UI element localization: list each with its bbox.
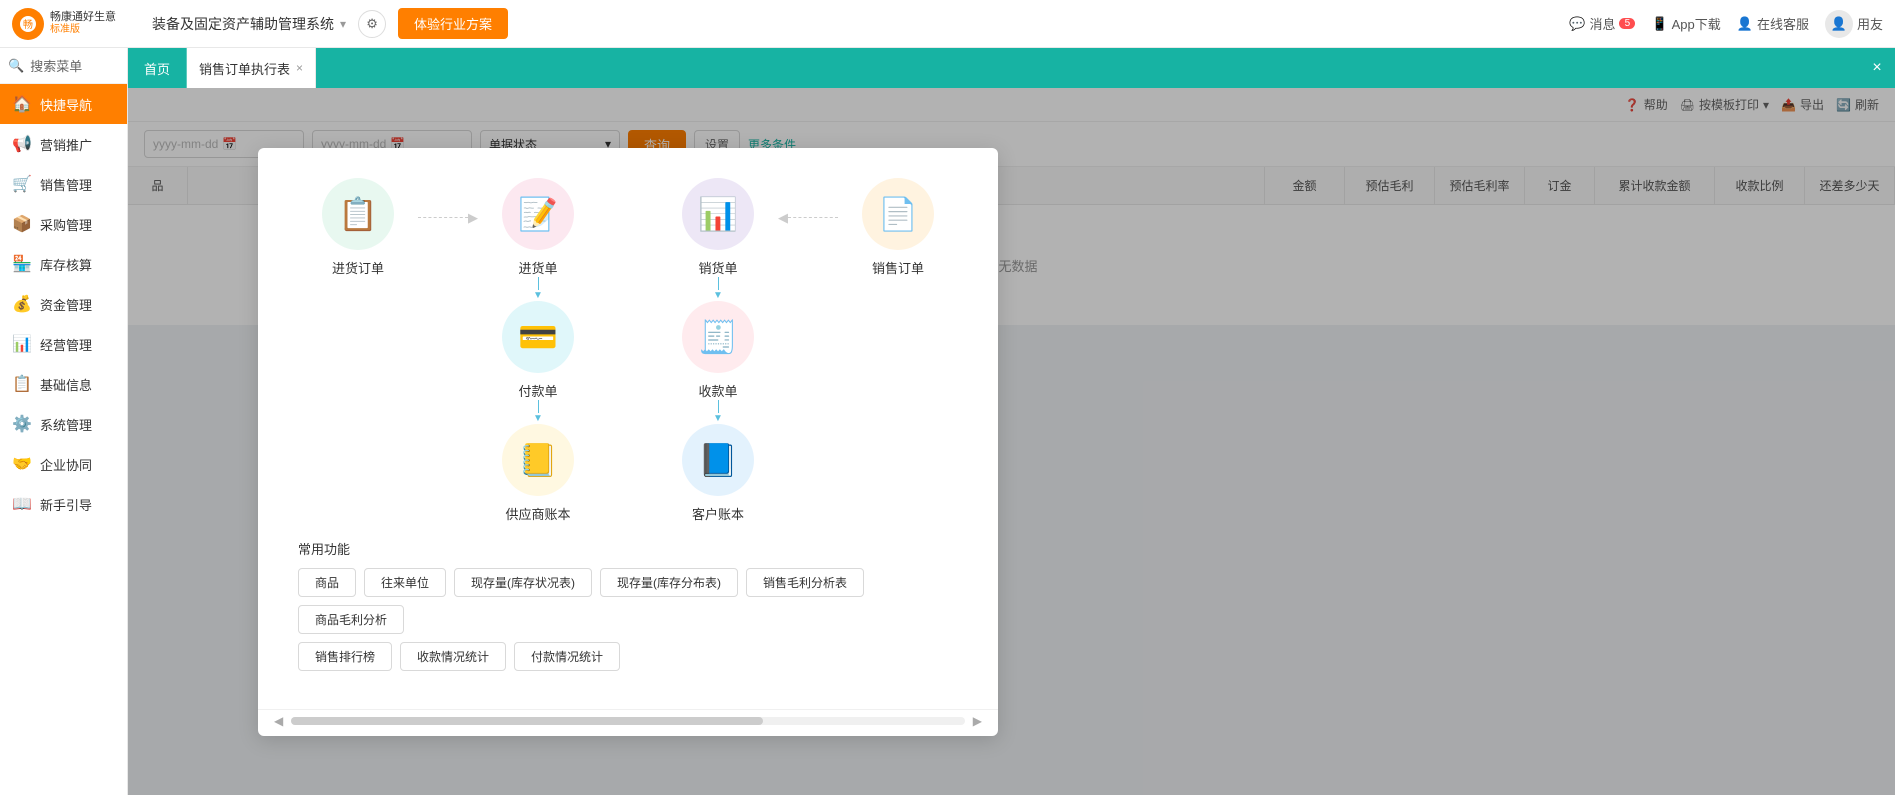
func-btn-sales-rank[interactable]: 销售排行榜 [298, 642, 392, 671]
sidebar-item-newbie[interactable]: 📖 新手引导 [0, 484, 127, 524]
purchase-bill-label: 进货单 [518, 258, 557, 277]
logo-area: 畅 畅康通好生意 标准版 [12, 8, 140, 40]
dropdown-arrow-icon[interactable]: ▾ [340, 17, 346, 31]
customer-ledger-icon: 📘 [682, 424, 754, 496]
wf-node-sales-order[interactable]: 📄 销售订单 [838, 178, 958, 277]
svg-text:畅: 畅 [23, 18, 33, 31]
scroll-thumb [291, 717, 762, 725]
settings-button[interactable]: ⚙ [358, 10, 386, 38]
purchase-icon: 📦 [12, 214, 32, 234]
sidebar-item-sales[interactable]: 🛒 销售管理 [0, 164, 127, 204]
func-btn-sales-gross[interactable]: 销售毛利分析表 [746, 568, 864, 597]
sidebar-item-marketing[interactable]: 📢 营销推广 [0, 124, 127, 164]
wf-node-payment[interactable]: 💳 付款单 [478, 301, 598, 400]
sidebar-item-system[interactable]: ⚙️ 系统管理 [0, 404, 127, 444]
inventory-icon: 🏪 [12, 254, 32, 274]
payment-icon: 💳 [502, 301, 574, 373]
func-btn-receipt-stat[interactable]: 收款情况统计 [400, 642, 506, 671]
common-funcs-title: 常用功能 [298, 539, 958, 558]
logo-icon: 畅 [12, 8, 44, 40]
newbie-icon: 📖 [12, 494, 32, 514]
message-icon: 💬 [1569, 16, 1585, 32]
receipt-icon: 🧾 [682, 301, 754, 373]
wf-node-supplier-ledger[interactable]: 📒 供应商账本 [478, 424, 598, 523]
search-icon: 🔍 [8, 58, 24, 74]
wf-node-sales-bill[interactable]: 📊 销货单 [658, 178, 778, 277]
system-icon: ⚙️ [12, 414, 32, 434]
func-btn-stock-status[interactable]: 现存量(库存状况表) [454, 568, 592, 597]
wf-node-purchase-bill[interactable]: 📝 进货单 [478, 178, 598, 277]
purchase-order-icon: 📋 [322, 178, 394, 250]
service-button[interactable]: 👤 在线客服 [1737, 14, 1809, 33]
common-functions-section: 常用功能 商品 往来单位 现存量(库存状况表) 现存量(库存分布表) 销售毛利分… [298, 539, 958, 671]
wf-node-customer-ledger[interactable]: 📘 客户账本 [658, 424, 778, 523]
scroll-track[interactable] [291, 717, 965, 725]
func-buttons-row2: 销售排行榜 收款情况统计 付款情况统计 [298, 642, 958, 671]
sales-order-label: 销售订单 [872, 258, 924, 277]
supplier-ledger-label: 供应商账本 [505, 504, 570, 523]
func-btn-product-gross[interactable]: 商品毛利分析 [298, 605, 404, 634]
wf-node-purchase-order[interactable]: 📋 进货订单 [298, 178, 418, 277]
trial-button[interactable]: 体验行业方案 [398, 8, 508, 39]
sidebar-item-purchase[interactable]: 📦 采购管理 [0, 204, 127, 244]
tab-home[interactable]: 首页 [128, 48, 187, 88]
func-btn-supplier[interactable]: 往来单位 [364, 568, 446, 597]
func-btn-product[interactable]: 商品 [298, 568, 356, 597]
sidebar-item-enterprise[interactable]: 🤝 企业协同 [0, 444, 127, 484]
payment-label: 付款单 [518, 381, 557, 400]
tab-sales-order[interactable]: 销售订单执行表 × [187, 48, 316, 88]
scroll-right-button[interactable]: ▶ [973, 714, 982, 728]
scroll-left-button[interactable]: ◀ [274, 714, 283, 728]
logo-text: 畅康通好生意 标准版 [50, 11, 116, 36]
func-buttons-row1: 商品 往来单位 现存量(库存状况表) 现存量(库存分布表) 销售毛利分析表 商品… [298, 568, 958, 634]
main-content: ❓ 帮助 🖨 按模板打印 ▾ 📤 导出 🔄 刷新 [128, 88, 1895, 795]
sales-bill-icon: 📊 [682, 178, 754, 250]
top-bar: 畅 畅康通好生意 标准版 装备及固定资产辅助管理系统 ▾ ⚙ 体验行业方案 💬 … [0, 0, 1895, 48]
workflow-diagram: 📋 进货订单 ▶ [298, 178, 958, 523]
main-area: 🔍 搜索菜单 🏠 快捷导航 📢 营销推广 🛒 销售管理 📦 采购管理 🏪 [0, 48, 1895, 795]
app-download-button[interactable]: 📱 App下载 [1651, 14, 1720, 33]
enterprise-icon: 🤝 [12, 454, 32, 474]
purchase-order-label: 进货订单 [332, 258, 384, 277]
app-icon: 📱 [1651, 16, 1667, 32]
marketing-icon: 📢 [12, 134, 32, 154]
finance-icon: 💰 [12, 294, 32, 314]
func-btn-payment-stat[interactable]: 付款情况统计 [514, 642, 620, 671]
modal-dialog: 📋 进货订单 ▶ [258, 148, 998, 736]
message-button[interactable]: 💬 消息 5 [1569, 14, 1635, 33]
app-container: 畅 畅康通好生意 标准版 装备及固定资产辅助管理系统 ▾ ⚙ 体验行业方案 💬 … [0, 0, 1895, 795]
sales-order-icon: 📄 [862, 178, 934, 250]
top-right-area: 💬 消息 5 📱 App下载 👤 在线客服 👤 用友 [1569, 10, 1883, 38]
purchase-bill-icon: 📝 [502, 178, 574, 250]
sidebar-item-operation[interactable]: 📊 经营管理 [0, 324, 127, 364]
service-icon: 👤 [1737, 16, 1753, 32]
sidebar-item-basic[interactable]: 📋 基础信息 [0, 364, 127, 404]
sidebar-item-quick[interactable]: 🏠 快捷导航 [0, 84, 127, 124]
user-menu[interactable]: 👤 用友 [1825, 10, 1883, 38]
tab-bar: 首页 销售订单执行表 × × [128, 48, 1895, 88]
supplier-ledger-icon: 📒 [502, 424, 574, 496]
receipt-label: 收款单 [698, 381, 737, 400]
sales-bill-label: 销货单 [698, 258, 737, 277]
quick-nav-icon: 🏠 [12, 94, 32, 114]
operation-icon: 📊 [12, 334, 32, 354]
sidebar: 🔍 搜索菜单 🏠 快捷导航 📢 营销推广 🛒 销售管理 📦 采购管理 🏪 [0, 48, 128, 795]
tab-close-icon[interactable]: × [296, 61, 303, 75]
system-title: 装备及固定资产辅助管理系统 ▾ [152, 14, 346, 34]
content-area: 首页 销售订单执行表 × × ❓ 帮助 🖨 [128, 48, 1895, 795]
basic-icon: 📋 [12, 374, 32, 394]
func-btn-stock-dist[interactable]: 现存量(库存分布表) [600, 568, 738, 597]
search-menu[interactable]: 🔍 搜索菜单 [0, 48, 127, 84]
sidebar-item-finance[interactable]: 💰 资金管理 [0, 284, 127, 324]
close-window-button[interactable]: × [1859, 48, 1895, 88]
wf-node-receipt[interactable]: 🧾 收款单 [658, 301, 778, 400]
sales-icon: 🛒 [12, 174, 32, 194]
avatar: 👤 [1825, 10, 1853, 38]
sidebar-item-inventory[interactable]: 🏪 库存核算 [0, 244, 127, 284]
modal-scrollbar: ◀ ▶ [258, 709, 998, 736]
customer-ledger-label: 客户账本 [692, 504, 744, 523]
modal-content: 📋 进货订单 ▶ [258, 148, 998, 709]
message-badge: 5 [1619, 18, 1635, 29]
